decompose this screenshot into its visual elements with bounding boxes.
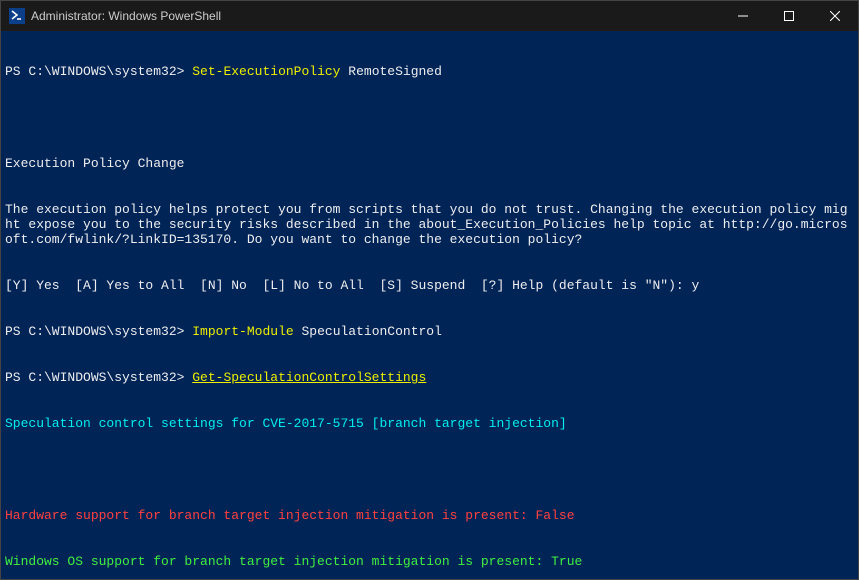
window-controls <box>720 1 858 31</box>
status-line: Hardware support for branch target injec… <box>5 508 854 523</box>
blank-line <box>5 462 854 477</box>
cmd-name: Import-Module <box>192 324 293 339</box>
close-button[interactable] <box>812 1 858 31</box>
status-line: Windows OS support for branch target inj… <box>5 554 854 569</box>
cmd-name: Get-SpeculationControlSettings <box>192 370 426 385</box>
prompt: PS C:\WINDOWS\system32> <box>5 64 184 79</box>
prompt: PS C:\WINDOWS\system32> <box>5 324 184 339</box>
line-cmd1: PS C:\WINDOWS\system32> Set-ExecutionPol… <box>5 64 854 79</box>
section-cve-5715: Speculation control settings for CVE-201… <box>5 416 854 431</box>
cmd-name: Set-ExecutionPolicy <box>192 64 340 79</box>
maximize-button[interactable] <box>766 1 812 31</box>
powershell-icon <box>9 8 25 24</box>
line-cmd2: PS C:\WINDOWS\system32> Import-Module Sp… <box>5 324 854 339</box>
minimize-button[interactable] <box>720 1 766 31</box>
blank-line <box>5 110 854 125</box>
prompt: PS C:\WINDOWS\system32> <box>5 370 184 385</box>
window-title: Administrator: Windows PowerShell <box>31 9 720 23</box>
terminal-body[interactable]: PS C:\WINDOWS\system32> Set-ExecutionPol… <box>1 31 858 579</box>
titlebar[interactable]: Administrator: Windows PowerShell <box>1 1 858 31</box>
cmd-arg: SpeculationControl <box>301 324 441 339</box>
line-cmd3: PS C:\WINDOWS\system32> Get-SpeculationC… <box>5 370 854 385</box>
cmd-arg: RemoteSigned <box>348 64 442 79</box>
policy-text: The execution policy helps protect you f… <box>5 202 854 248</box>
window-frame: Administrator: Windows PowerShell PS C:\… <box>0 0 859 580</box>
policy-header: Execution Policy Change <box>5 156 854 171</box>
policy-options: [Y] Yes [A] Yes to All [N] No [L] No to … <box>5 278 854 293</box>
